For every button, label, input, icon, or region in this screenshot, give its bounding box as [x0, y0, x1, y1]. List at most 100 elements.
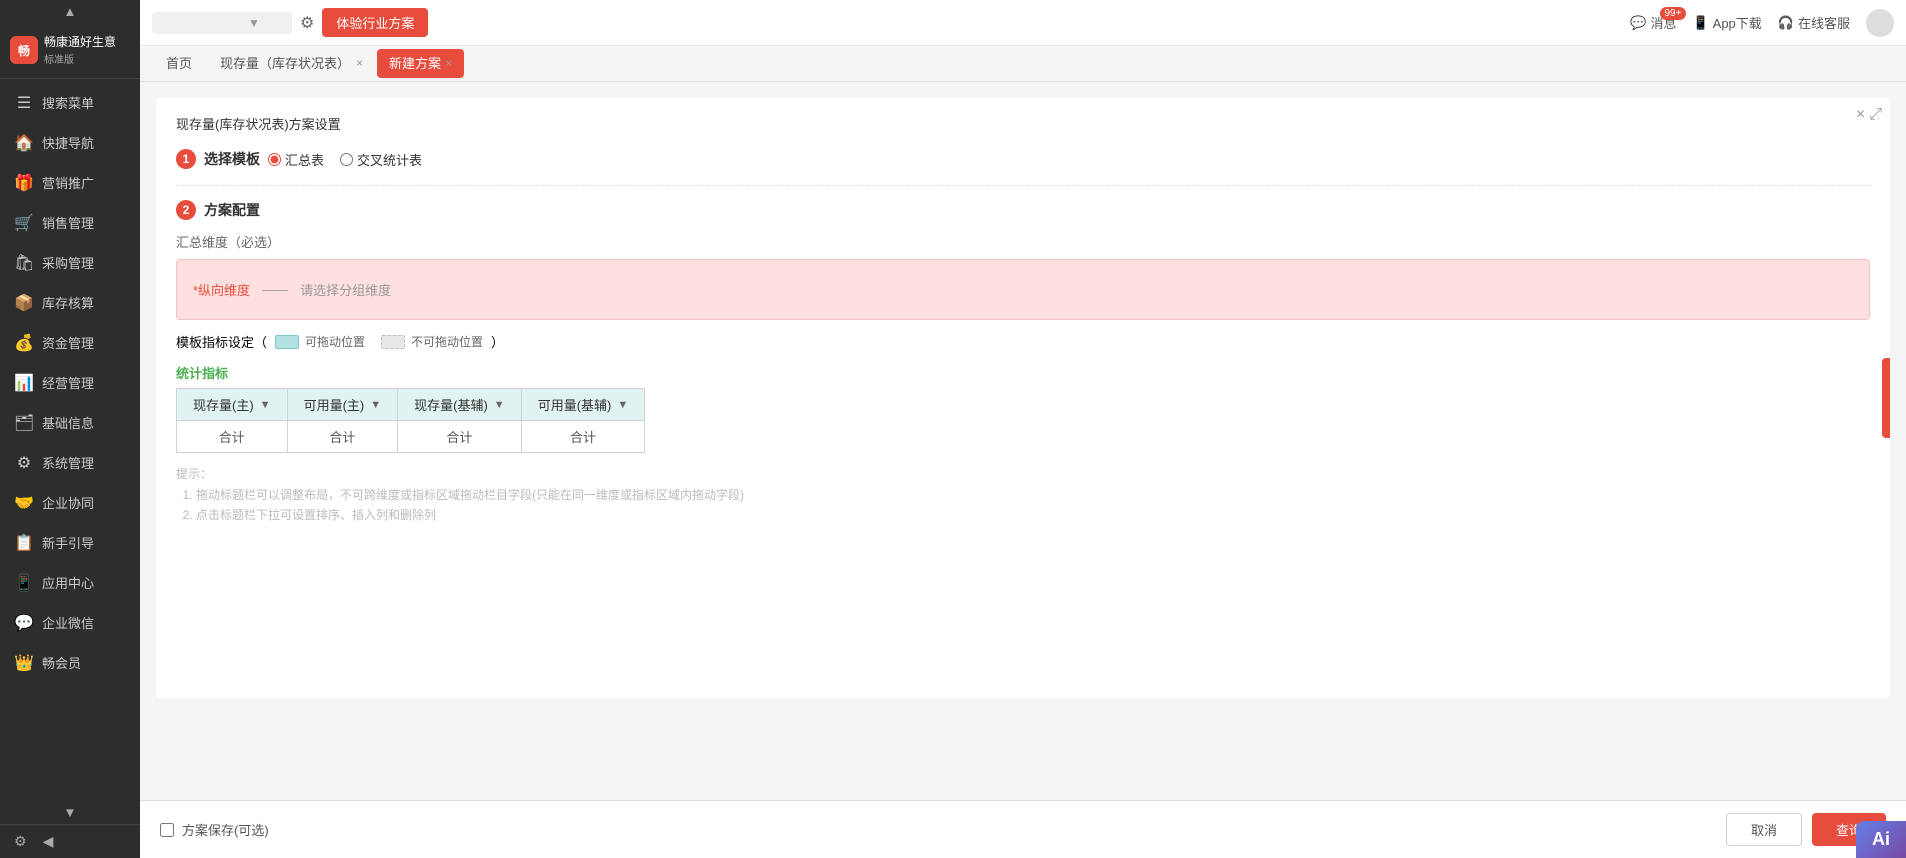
sidebar-label-search-menu: 搜索菜单 — [42, 93, 94, 112]
sidebar-item-system[interactable]: ⚙ 系统管理 — [0, 443, 140, 483]
sidebar-item-marketing[interactable]: 🎁 营销推广 — [0, 163, 140, 203]
radio-cross-label: 交叉统计表 — [357, 150, 422, 169]
sidebar-scroll-down[interactable]: ▼ — [0, 801, 140, 824]
service-btn[interactable]: 🎧 在线客服 — [1778, 13, 1850, 32]
sidebar-label-quick-nav: 快捷导航 — [42, 133, 94, 152]
cancel-button[interactable]: 取消 — [1726, 813, 1802, 846]
wechat-icon: 💬 — [14, 613, 34, 633]
section2-num: 2 — [176, 200, 196, 220]
logo-icon: 畅 — [10, 36, 38, 64]
user-avatar — [1866, 9, 1894, 37]
tips: 提示： 拖动标题栏可以调整布局，不可跨维度或指标区域拖动栏目字段(只能在同一维度… — [176, 465, 1870, 523]
sidebar-logo: 畅 畅康通好生意 标准版 — [0, 23, 140, 79]
save-checkbox[interactable] — [160, 823, 174, 837]
sidebar-label-operations: 经营管理 — [42, 373, 94, 392]
panel-close-btn[interactable]: × — [1856, 106, 1865, 124]
col-header-4-chevron[interactable]: ▼ — [617, 399, 628, 411]
tab-new-scheme-label: 新建方案 — [389, 53, 441, 72]
tab-inventory-status-close[interactable]: × — [356, 56, 363, 70]
sidebar-label-newbie: 新手引导 — [42, 533, 94, 552]
sidebar-label-inventory: 库存核算 — [42, 293, 94, 312]
sidebar: ▲ 畅 畅康通好生意 标准版 ☰ 搜索菜单 🏠 快捷导航 🎁 营销推广 🛒 销售… — [0, 0, 140, 858]
legend-non-draggable-label: 不可拖动位置 — [411, 333, 483, 350]
sidebar-item-search-menu[interactable]: ☰ 搜索菜单 — [0, 83, 140, 123]
col-header-1-label: 现存量(主) — [193, 395, 254, 414]
radio-summary[interactable]: 汇总表 — [268, 150, 324, 169]
col-header-3-label: 现存量(基辅) — [414, 395, 488, 414]
col-header-2-chevron[interactable]: ▼ — [370, 399, 381, 411]
trial-btn[interactable]: 体验行业方案 — [322, 8, 428, 37]
dim-box: *纵向维度 —— 请选择分组维度 — [176, 259, 1870, 320]
service-icon: 🎧 — [1778, 15, 1794, 31]
app-center-icon: 📱 — [14, 573, 34, 593]
template-setting-close-paren: ） — [491, 332, 504, 351]
legend-draggable-label: 可拖动位置 — [305, 333, 365, 350]
search-chevron-icon[interactable]: ▼ — [248, 16, 260, 30]
message-btn[interactable]: 💬 消息 99+ — [1630, 13, 1676, 32]
cell-1-3: 合计 — [398, 421, 522, 453]
sidebar-item-sales[interactable]: 🛒 销售管理 — [0, 203, 140, 243]
tab-home-label: 首页 — [166, 53, 192, 72]
sidebar-item-basic-info[interactable]: 🗂 基础信息 — [0, 403, 140, 443]
sales-icon: 🛒 — [14, 213, 34, 233]
radio-summary-input[interactable] — [268, 153, 281, 166]
tab-new-scheme-close[interactable]: × — [445, 56, 452, 70]
radio-cross-input[interactable] — [340, 153, 353, 166]
panel-expand-btn[interactable]: ⤢ — [1869, 106, 1882, 124]
col-header-4: 可用量(基辅) ▼ — [521, 389, 645, 421]
main-area: ▼ ⚙ 体验行业方案 💬 消息 99+ 📱 App下载 🎧 在线客服 — [140, 0, 1906, 858]
app-download-btn[interactable]: 📱 App下载 — [1692, 13, 1761, 32]
sidebar-item-app-center[interactable]: 📱 应用中心 — [0, 563, 140, 603]
sidebar-label-wechat: 企业微信 — [42, 613, 94, 632]
template-setting: 模板指标设定（ 可拖动位置 不可拖动位置 ） — [176, 332, 1870, 351]
cell-1-4: 合计 — [521, 421, 645, 453]
user-avatar-btn[interactable] — [1866, 9, 1894, 37]
section1-title: 选择模板 — [204, 149, 260, 169]
col-header-3-chevron[interactable]: ▼ — [494, 399, 505, 411]
sidebar-scroll-up[interactable]: ▲ — [0, 0, 140, 23]
col-header-1-chevron[interactable]: ▼ — [260, 399, 271, 411]
dim-placeholder: 请选择分组维度 — [300, 280, 391, 299]
sidebar-item-quick-nav[interactable]: 🏠 快捷导航 — [0, 123, 140, 163]
radio-summary-label: 汇总表 — [285, 150, 324, 169]
tab-inventory-status[interactable]: 现存量（库存状况表） × — [206, 47, 377, 80]
search-input[interactable] — [162, 16, 242, 30]
tip-1: 拖动标题栏可以调整布局，不可跨维度或指标区域拖动栏目字段(只能在同一维度或指标区… — [196, 486, 1870, 503]
sidebar-label-marketing: 营销推广 — [42, 173, 94, 192]
right-scroll-indicator — [1882, 358, 1890, 438]
sidebar-item-finance[interactable]: 💰 资金管理 — [0, 323, 140, 363]
tab-home[interactable]: 首页 — [152, 47, 206, 80]
sidebar-item-enterprise[interactable]: 🤝 企业协同 — [0, 483, 140, 523]
operations-icon: 📊 — [14, 373, 34, 393]
legend-non-draggable-color — [381, 335, 405, 349]
cell-1-1: 合计 — [177, 421, 288, 453]
tab-new-scheme[interactable]: 新建方案 × — [377, 49, 464, 78]
stats-table: 现存量(主) ▼ 可用量(主) ▼ — [176, 388, 645, 453]
sidebar-item-purchase[interactable]: 🛍 采购管理 — [0, 243, 140, 283]
cell-1-2: 合计 — [287, 421, 398, 453]
sidebar-item-inventory[interactable]: 📦 库存核算 — [0, 283, 140, 323]
radio-cross[interactable]: 交叉统计表 — [340, 150, 422, 169]
topbar-settings-btn[interactable]: ⚙ — [300, 13, 314, 33]
stats-header-row: 现存量(主) ▼ 可用量(主) ▼ — [177, 389, 645, 421]
sidebar-item-newbie[interactable]: 📋 新手引导 — [0, 523, 140, 563]
enterprise-icon: 🤝 — [14, 493, 34, 513]
search-box: ▼ — [152, 12, 292, 34]
topbar-right: 💬 消息 99+ 📱 App下载 🎧 在线客服 — [1630, 9, 1894, 37]
topbar-left: ▼ ⚙ 体验行业方案 — [152, 8, 1622, 37]
footer-left: 方案保存(可选) — [160, 820, 269, 839]
sidebar-item-operations[interactable]: 📊 经营管理 — [0, 363, 140, 403]
sidebar-settings-btn[interactable]: ⚙ — [14, 833, 27, 850]
legend-non-draggable: 不可拖动位置 — [381, 333, 483, 350]
message-badge: 99+ — [1660, 7, 1687, 20]
legend-draggable: 可拖动位置 — [275, 333, 365, 350]
message-icon: 💬 — [1630, 15, 1646, 31]
inventory-icon: 📦 — [14, 293, 34, 313]
marketing-icon: 🎁 — [14, 173, 34, 193]
stats-label: 统计指标 — [176, 363, 1870, 382]
sidebar-collapse-btn[interactable]: ◀ — [43, 833, 54, 850]
sidebar-item-member[interactable]: 👑 畅会员 — [0, 643, 140, 683]
section2-title: 方案配置 — [204, 200, 260, 220]
section2-header: 2 方案配置 — [176, 200, 1870, 220]
sidebar-item-wechat[interactable]: 💬 企业微信 — [0, 603, 140, 643]
